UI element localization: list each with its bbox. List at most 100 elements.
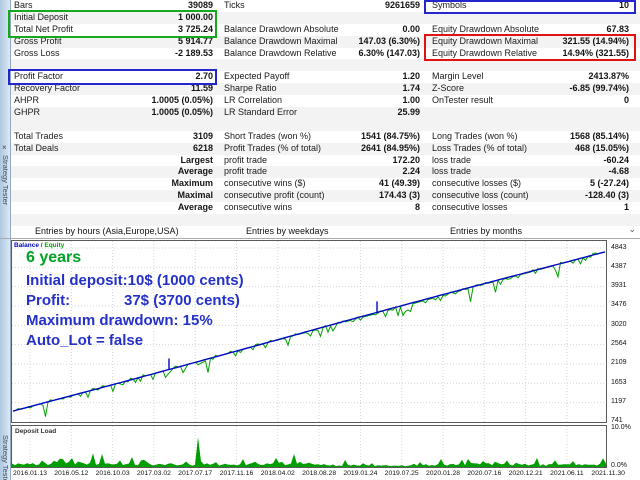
annotation-duration: 6 years <box>26 249 81 267</box>
stat-value: Average <box>178 166 213 178</box>
stat-value: 5 914.77 <box>178 36 213 48</box>
balance-chart-panel: Strategy Tester Balance / Equity 6 years… <box>0 238 640 480</box>
stat-label: Balance Drawdown Absolute <box>224 24 339 36</box>
side-tab-label[interactable]: Strategy Tester <box>1 155 10 205</box>
stats-cell: Bars39089 <box>11 0 217 12</box>
stat-value: 174.43 (3) <box>379 190 420 202</box>
x-tick-label: 2017.07.17 <box>178 470 212 477</box>
stats-cell: profit trade172.20 <box>217 155 425 167</box>
stats-cell: loss trade-4.68 <box>425 166 640 178</box>
stat-value: 147.03 (6.30%) <box>358 36 420 48</box>
stats-cell: Loss Trades (% of total)468 (15.05%) <box>425 143 640 155</box>
x-tick-label: 2019.07.25 <box>385 470 419 477</box>
annotation-label: Auto_Lot = false <box>26 332 143 349</box>
stat-value: 1.74 <box>402 83 420 95</box>
side-tab-strategy-tester-bottom[interactable]: Strategy Tester <box>0 239 11 480</box>
stat-value: 14.94% (321.55) <box>562 48 629 60</box>
stats-cell: Profit Trades (% of total)2641 (84.95%) <box>217 143 425 155</box>
stat-label: Entries by months <box>450 226 522 238</box>
stats-cell: Total Deals6218 <box>11 143 217 155</box>
stats-cell: Margin Level2413.87% <box>425 71 640 83</box>
stat-value: 1.00 <box>402 95 420 107</box>
stat-value: 0.00 <box>402 24 420 36</box>
x-tick-label: 2017.03.02 <box>137 470 171 477</box>
stats-cell: consecutive wins ($)41 (49.39) <box>217 178 425 190</box>
stat-value: 1.0005 (0.05%) <box>151 95 213 107</box>
stats-cell: Sharpe Ratio 1.74 <box>217 83 425 95</box>
stats-cell: Equity Drawdown Relative 14.94% (321.55) <box>425 48 640 60</box>
stat-label: consecutive loss (count) <box>432 190 529 202</box>
x-tick-label: 2018.08.28 <box>302 470 336 477</box>
y-tick-label: 3931 <box>611 282 627 289</box>
stat-value: 172.20 <box>392 155 420 167</box>
stat-label: AHPR <box>14 95 39 107</box>
stat-value: -6.85 (99.74%) <box>569 83 629 95</box>
chart-legend: Balance / Equity <box>14 242 64 249</box>
stat-label: Sharpe Ratio <box>224 83 277 95</box>
annotation-line: Profit:37$ (3700 cents) <box>26 292 240 309</box>
stats-cell: GHPR1.0005 (0.05%) <box>11 107 217 119</box>
strategy-tester-report: × Strategy Tester Bars39089Ticks9261659S… <box>0 0 640 480</box>
stat-label: Recovery Factor <box>14 83 80 95</box>
stat-label: Profit Trades (% of total) <box>224 143 321 155</box>
y-tick-label: 1653 <box>611 379 627 386</box>
stat-label: LR Standard Error <box>224 107 297 119</box>
x-tick-label: 2021.06.11 <box>550 470 584 477</box>
deposit-tick-label: 0.0% <box>611 462 627 469</box>
stat-label: Symbols <box>432 0 467 12</box>
stat-value: 1541 (84.75%) <box>361 131 420 143</box>
stats-cell: consecutive losses ($)5 (-27.24) <box>425 178 640 190</box>
stat-label: Total Deals <box>14 143 59 155</box>
stats-row: Total Deals6218Profit Trades (% of total… <box>11 143 640 155</box>
stats-table: Bars39089Ticks9261659Symbols10Initial De… <box>11 0 640 238</box>
stat-label: Gross Loss <box>14 48 60 60</box>
y-tick-label: 2564 <box>611 340 627 347</box>
stat-value: 0 <box>624 95 629 107</box>
stat-label: Loss Trades (% of total) <box>432 143 527 155</box>
stat-value: 1.0005 (0.05%) <box>151 107 213 119</box>
stats-cell: Average <box>11 202 217 214</box>
x-tick-label: 2018.04.02 <box>261 470 295 477</box>
stats-row: Averageconsecutive wins8consecutive loss… <box>11 202 640 214</box>
stats-cell <box>217 12 425 24</box>
stat-value: 1568 (85.14%) <box>570 131 629 143</box>
side-tab-strategy-tester-top[interactable]: × Strategy Tester <box>0 0 11 238</box>
y-tick-label: 3020 <box>611 321 627 328</box>
stats-row: AHPR 1.0005 (0.05%) LR Correlation1.00OnTe… <box>11 95 640 107</box>
y-tick-label: 2109 <box>611 359 627 366</box>
stats-row: Bars39089Ticks9261659Symbols10 <box>11 0 640 12</box>
annotation-label: Initial deposit: <box>26 272 128 289</box>
chevron-down-icon[interactable]: ⌄ <box>628 224 636 235</box>
stat-label: consecutive losses ($) <box>432 178 521 190</box>
stat-label: Margin Level <box>432 71 484 83</box>
close-icon[interactable]: × <box>2 144 7 152</box>
stat-value: 321.55 (14.94%) <box>562 36 629 48</box>
stats-cell: OnTester result0 <box>425 95 640 107</box>
stats-row: Gross Profit5 914.77Balance Drawdown Max… <box>11 36 640 48</box>
stat-label: Balance Drawdown Maximal <box>224 36 338 48</box>
stat-label: Equity Drawdown Relative <box>432 48 537 60</box>
stat-label: Total Trades <box>14 131 63 143</box>
stat-value: 8 <box>415 202 420 214</box>
stats-cell: LR Correlation1.00 <box>217 95 425 107</box>
balance-equity-plot: Balance / Equity 6 years Initial deposit… <box>11 240 607 423</box>
stats-row <box>11 59 640 71</box>
stat-value: 3109 <box>193 131 213 143</box>
stats-row: Recovery Factor11.59Sharpe Ratio1.74Z-Sc… <box>11 83 640 95</box>
stats-cell: consecutive loss (count) -128.40 (3) <box>425 190 640 202</box>
x-tick-label: 2020.01.28 <box>426 470 460 477</box>
x-tick-label: 2021.11.30 <box>591 470 625 477</box>
side-tab-label[interactable]: Strategy Tester <box>1 435 10 480</box>
deposit-load-area <box>12 426 606 467</box>
stat-value: 2.70 <box>195 71 213 83</box>
stats-cell: Equity Drawdown Maximal321.55 (14.94%) <box>425 36 640 48</box>
stat-label: consecutive wins ($) <box>224 178 306 190</box>
stat-value: 1 <box>624 202 629 214</box>
stats-cell: consecutive wins8 <box>217 202 425 214</box>
stat-value: -128.40 (3) <box>585 190 629 202</box>
stat-label: profit trade <box>224 166 267 178</box>
stat-value: -4.68 <box>608 166 629 178</box>
stats-cell: Maximum <box>11 178 217 190</box>
x-tick-label: 2016.10.03 <box>96 470 130 477</box>
stats-row <box>11 214 640 226</box>
